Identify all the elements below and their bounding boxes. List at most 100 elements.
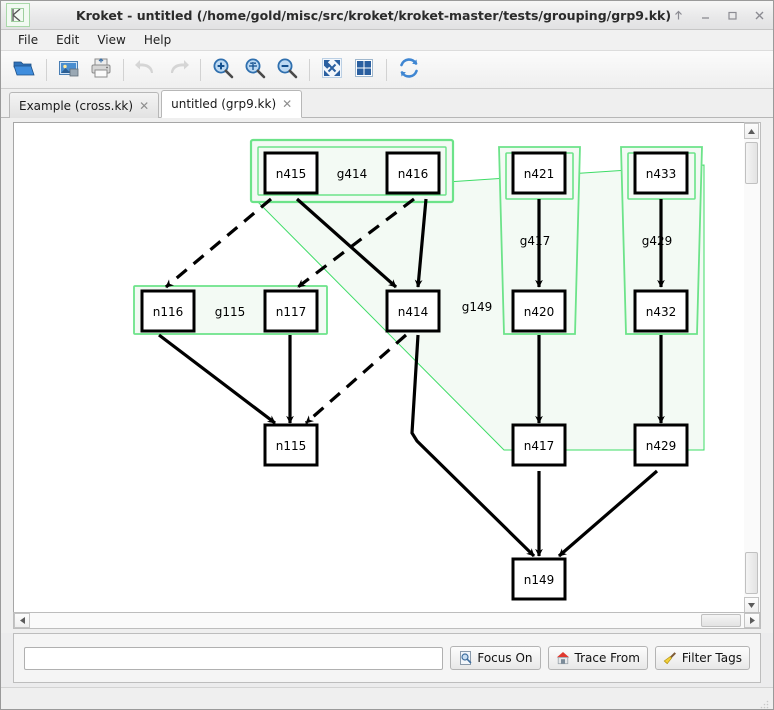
house-icon — [556, 651, 571, 666]
graph-node-n432[interactable]: n432 — [633, 289, 689, 333]
menu-help[interactable]: Help — [135, 31, 180, 49]
broom-icon — [663, 651, 678, 666]
refresh-circular-icon — [397, 56, 421, 84]
window-title: Kroket - untitled (/home/gold/misc/src/k… — [75, 7, 672, 23]
toolbar-separator — [386, 58, 387, 81]
magnifier-minus-icon — [275, 56, 299, 84]
title-bar: Kroket - untitled (/home/gold/misc/src/k… — [1, 1, 773, 30]
grid-squares-icon — [352, 56, 376, 84]
shade-button[interactable] — [671, 8, 686, 23]
filter-tags-button[interactable]: Filter Tags — [654, 646, 750, 670]
group-label-g414: g414 — [337, 167, 368, 181]
close-button[interactable] — [752, 8, 767, 23]
horizontal-scrollbar-thumb[interactable] — [701, 614, 741, 627]
graph-node-n433[interactable]: n433 — [633, 151, 689, 195]
image-save-icon — [57, 56, 81, 84]
tab-untitled-grp9[interactable]: untitled (grp9.kk) ✕ — [161, 90, 303, 118]
export-image-button[interactable] — [54, 55, 84, 85]
edge-n429-n149 — [557, 469, 659, 558]
toolbar-separator — [46, 58, 47, 81]
search-input[interactable] — [24, 646, 444, 670]
node-label: n429 — [646, 439, 677, 453]
vertical-scrollbar[interactable] — [744, 122, 761, 614]
expand-arrows-icon — [320, 56, 344, 84]
graph-node-n116[interactable]: n116 — [140, 289, 196, 333]
group-label-g417: g417 — [520, 234, 551, 248]
node-label: n432 — [646, 305, 677, 319]
toolbar — [1, 51, 773, 89]
magnifier-fit-icon — [243, 56, 267, 84]
node-label: n420 — [524, 305, 555, 319]
scroll-up-button[interactable] — [744, 123, 759, 139]
graph-drawing: n415 n416 n421 n433 n116 n117 n414 n420 … — [133, 138, 705, 601]
group-label-g429: g429 — [642, 234, 673, 248]
group-label-g149: g149 — [462, 300, 493, 314]
tab-label: Example (cross.kk) — [19, 98, 134, 113]
graph-node-n417[interactable]: n417 — [511, 423, 567, 467]
zoom-fit-button[interactable] — [240, 55, 270, 85]
undo-arrow-icon — [134, 56, 158, 84]
menu-file[interactable]: File — [9, 31, 47, 49]
reload-button[interactable] — [394, 55, 424, 85]
menu-bar: File Edit View Help — [1, 30, 773, 51]
button-label: Focus On — [477, 651, 533, 665]
menu-view[interactable]: View — [88, 31, 134, 49]
magnifier-page-icon — [458, 651, 473, 666]
resize-grip-icon[interactable] — [758, 695, 770, 709]
graph-node-n117[interactable]: n117 — [263, 289, 319, 333]
graph-node-n421[interactable]: n421 — [511, 151, 567, 195]
tab-close-icon[interactable]: ✕ — [139, 100, 149, 112]
edge-n414-n115 — [304, 333, 408, 425]
graph-node-n149[interactable]: n149 — [511, 557, 567, 601]
graph-node-n115[interactable]: n115 — [263, 423, 319, 467]
toolbar-separator — [200, 58, 201, 81]
scroll-left-button[interactable] — [14, 613, 30, 628]
graph-node-n414[interactable]: n414 — [385, 289, 441, 333]
horizontal-scrollbar[interactable] — [13, 612, 761, 629]
magnifier-plus-icon — [211, 56, 235, 84]
redo-button[interactable] — [163, 55, 193, 85]
tab-example-cross[interactable]: Example (cross.kk) ✕ — [9, 92, 160, 118]
kroket-window: Kroket - untitled (/home/gold/misc/src/k… — [0, 0, 774, 710]
node-label: n117 — [276, 305, 307, 319]
folder-open-icon — [12, 56, 36, 84]
group-label-g115: g115 — [215, 305, 246, 319]
scroll-right-button[interactable] — [744, 613, 760, 628]
graph-canvas[interactable]: n415 n416 n421 n433 n116 n117 n414 n420 … — [13, 122, 761, 614]
node-label: n116 — [153, 305, 184, 319]
status-bar — [1, 687, 773, 709]
window-controls — [671, 1, 767, 30]
node-label: n433 — [646, 167, 677, 181]
node-label: n417 — [524, 439, 555, 453]
trace-from-button[interactable]: Trace From — [547, 646, 648, 670]
actual-size-button[interactable] — [349, 55, 379, 85]
menu-edit[interactable]: Edit — [47, 31, 88, 49]
vertical-scrollbar-thumb-lower[interactable] — [745, 552, 758, 594]
node-label: n414 — [398, 305, 429, 319]
graph-node-n420[interactable]: n420 — [511, 289, 567, 333]
node-label: n421 — [524, 167, 555, 181]
tab-label: untitled (grp9.kk) — [171, 97, 277, 111]
tab-close-icon[interactable]: ✕ — [282, 98, 292, 110]
edge-n116-n115 — [158, 333, 276, 425]
node-label: n415 — [276, 167, 307, 181]
zoom-out-button[interactable] — [272, 55, 302, 85]
node-label: n149 — [524, 573, 555, 587]
print-button[interactable] — [86, 55, 116, 85]
graph-node-n416[interactable]: n416 — [385, 151, 441, 195]
undo-button[interactable] — [131, 55, 161, 85]
zoom-in-button[interactable] — [208, 55, 238, 85]
maximize-button[interactable] — [725, 8, 740, 23]
minimize-button[interactable] — [698, 8, 713, 23]
graph-node-n415[interactable]: n415 — [263, 151, 319, 195]
fit-to-window-button[interactable] — [317, 55, 347, 85]
kroket-logo-icon — [6, 3, 30, 27]
vertical-scrollbar-thumb[interactable] — [745, 142, 758, 184]
canvas-area: n415 n416 n421 n433 n116 n117 n414 n420 … — [1, 118, 773, 633]
scroll-down-button[interactable] — [744, 597, 759, 613]
toolbar-separator — [123, 58, 124, 81]
open-file-button[interactable] — [9, 55, 39, 85]
tab-bar: Example (cross.kk) ✕ untitled (grp9.kk) … — [1, 89, 773, 118]
focus-on-button[interactable]: Focus On — [450, 646, 541, 670]
graph-node-n429[interactable]: n429 — [633, 423, 689, 467]
